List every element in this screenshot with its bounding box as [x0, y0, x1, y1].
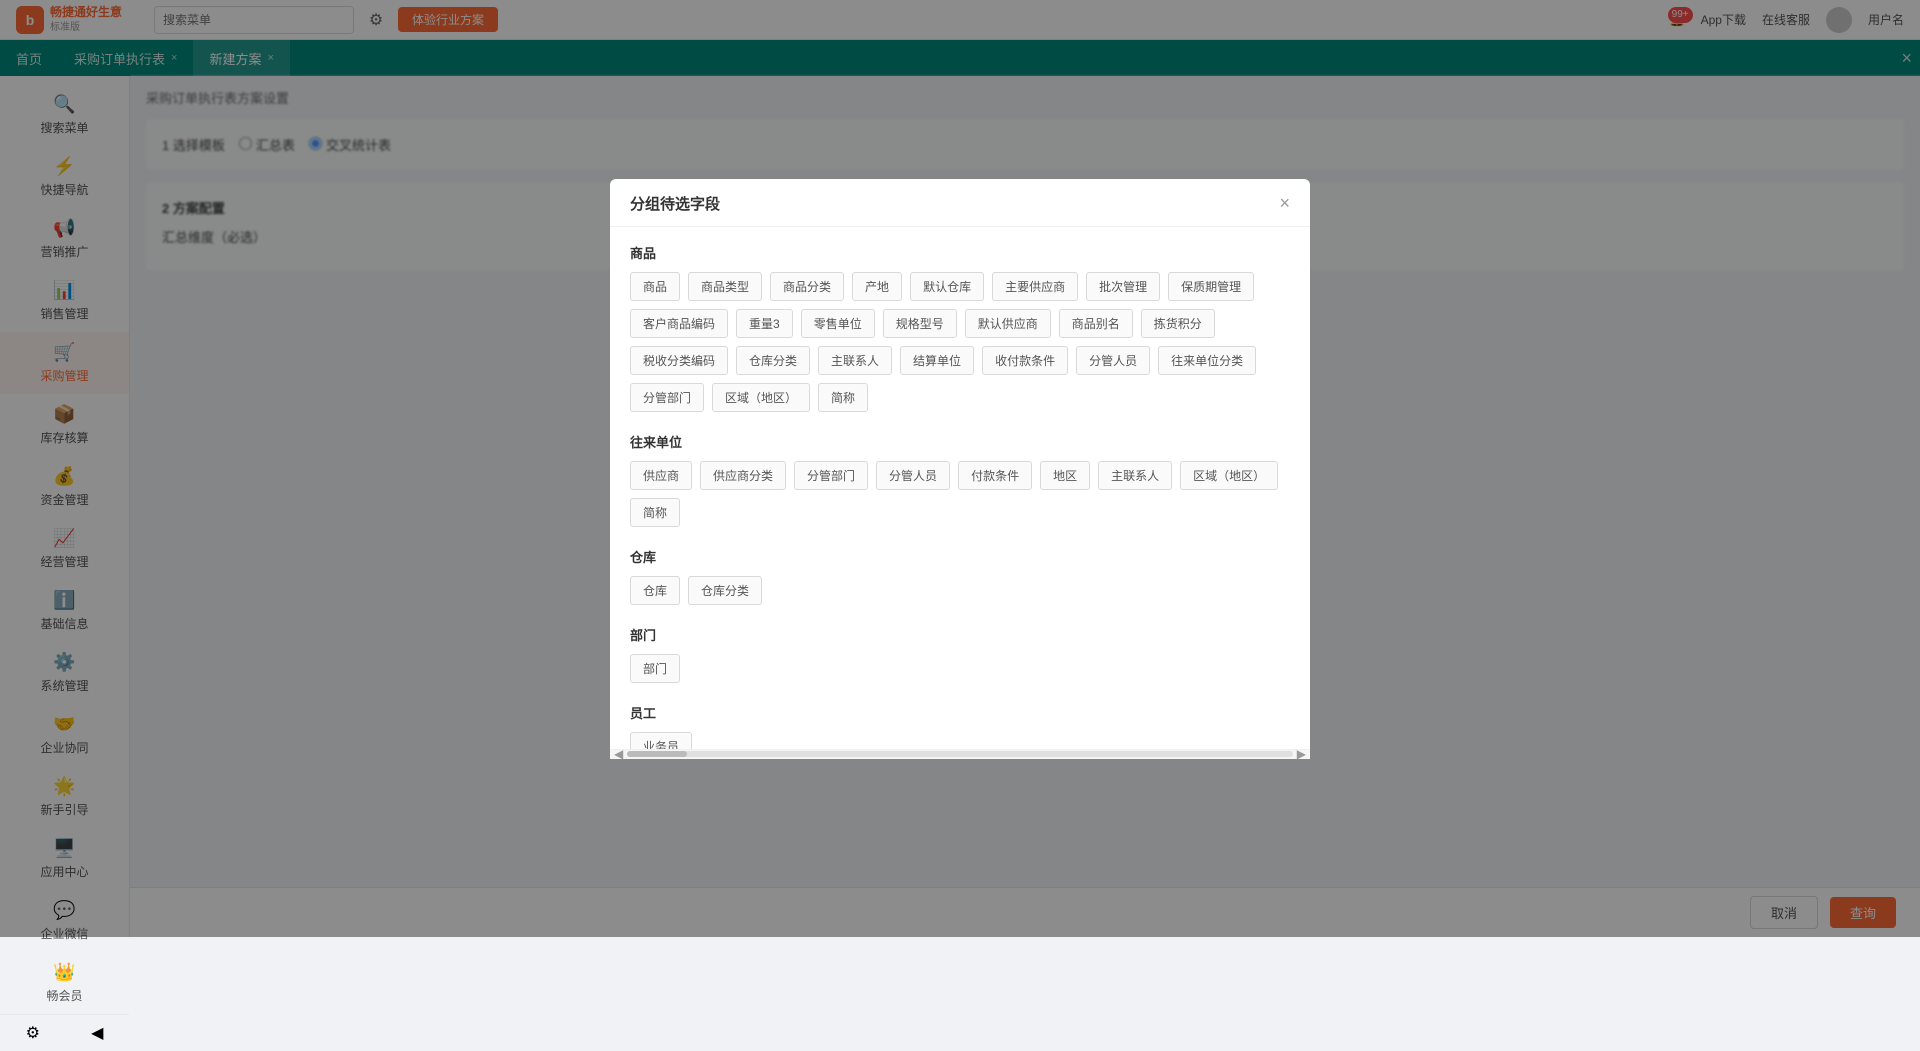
field-tag[interactable]: 默认供应商 — [965, 309, 1051, 338]
sidebar-item-membership-label: 畅会员 — [46, 987, 82, 1004]
field-tag[interactable]: 地区 — [1040, 461, 1090, 490]
modal-title: 分组待选字段 — [630, 193, 720, 214]
hscroll-thumb[interactable] — [627, 751, 687, 757]
hscroll-track — [627, 751, 1293, 757]
field-tag[interactable]: 分管人员 — [1076, 346, 1150, 375]
field-tag[interactable]: 商品类型 — [688, 272, 762, 301]
field-tag[interactable]: 业务员 — [630, 732, 692, 749]
field-tag[interactable]: 简称 — [818, 383, 868, 412]
modal-horizontal-scrollbar[interactable]: ◀ ▶ — [610, 749, 1310, 759]
sidebar-settings-icon[interactable]: ⚙ — [26, 1023, 40, 1043]
field-tags-warehouse: 仓库 仓库分类 — [630, 576, 1290, 605]
hscroll-right-arrow[interactable]: ▶ — [1297, 747, 1306, 761]
field-tags-staff: 业务员 — [630, 732, 1290, 749]
modal: 分组待选字段 × 商品 商品 商品类型 商品分类 产地 默认仓库 主要供应商 批… — [610, 179, 1310, 759]
field-group-staff-title: 员工 — [630, 703, 1290, 722]
field-tag[interactable]: 分管部门 — [630, 383, 704, 412]
sidebar-item-membership[interactable]: 👑 畅会员 — [0, 952, 129, 1014]
field-tag[interactable]: 供应商 — [630, 461, 692, 490]
field-tag[interactable]: 收付款条件 — [982, 346, 1068, 375]
field-tag[interactable]: 主要供应商 — [992, 272, 1078, 301]
hscroll-left-arrow[interactable]: ◀ — [614, 747, 623, 761]
field-tags-goods: 商品 商品类型 商品分类 产地 默认仓库 主要供应商 批次管理 保质期管理 客户… — [630, 272, 1290, 412]
field-tag[interactable]: 商品 — [630, 272, 680, 301]
field-tag[interactable]: 商品分类 — [770, 272, 844, 301]
field-tag[interactable]: 分管人员 — [876, 461, 950, 490]
modal-header: 分组待选字段 × — [610, 179, 1310, 227]
field-tag[interactable]: 往来单位分类 — [1158, 346, 1256, 375]
field-tag[interactable]: 产地 — [852, 272, 902, 301]
field-tag[interactable]: 区域（地区） — [712, 383, 810, 412]
field-tag[interactable]: 重量3 — [736, 309, 793, 338]
field-tag[interactable]: 仓库分类 — [688, 576, 762, 605]
field-tag[interactable]: 主联系人 — [1098, 461, 1172, 490]
field-tag[interactable]: 商品别名 — [1059, 309, 1133, 338]
field-tag[interactable]: 结算单位 — [900, 346, 974, 375]
modal-body: 商品 商品 商品类型 商品分类 产地 默认仓库 主要供应商 批次管理 保质期管理… — [610, 227, 1310, 749]
field-tag[interactable]: 主联系人 — [818, 346, 892, 375]
field-group-staff: 员工 业务员 — [630, 703, 1290, 749]
field-tag[interactable]: 拣货积分 — [1141, 309, 1215, 338]
field-group-dept: 部门 部门 — [630, 625, 1290, 683]
field-tag[interactable]: 付款条件 — [958, 461, 1032, 490]
field-tag[interactable]: 简称 — [630, 498, 680, 527]
field-tag[interactable]: 分管部门 — [794, 461, 868, 490]
sidebar-collapse-icon[interactable]: ◀ — [91, 1023, 103, 1043]
field-tag[interactable]: 保质期管理 — [1168, 272, 1254, 301]
field-tag[interactable]: 区域（地区） — [1180, 461, 1278, 490]
modal-close-btn[interactable]: × — [1279, 194, 1290, 212]
field-group-warehouse: 仓库 仓库 仓库分类 — [630, 547, 1290, 605]
field-group-warehouse-title: 仓库 — [630, 547, 1290, 566]
field-group-contacts: 往来单位 供应商 供应商分类 分管部门 分管人员 付款条件 地区 主联系人 区域… — [630, 432, 1290, 527]
field-group-goods-title: 商品 — [630, 243, 1290, 262]
modal-overlay: 分组待选字段 × 商品 商品 商品类型 商品分类 产地 默认仓库 主要供应商 批… — [0, 0, 1920, 937]
field-group-contacts-title: 往来单位 — [630, 432, 1290, 451]
field-tag[interactable]: 部门 — [630, 654, 680, 683]
field-tag[interactable]: 税收分类编码 — [630, 346, 728, 375]
field-tags-dept: 部门 — [630, 654, 1290, 683]
field-tags-contacts: 供应商 供应商分类 分管部门 分管人员 付款条件 地区 主联系人 区域（地区） … — [630, 461, 1290, 527]
field-tag[interactable]: 批次管理 — [1086, 272, 1160, 301]
membership-icon: 👑 — [53, 962, 75, 983]
field-group-goods: 商品 商品 商品类型 商品分类 产地 默认仓库 主要供应商 批次管理 保质期管理… — [630, 243, 1290, 412]
field-tag[interactable]: 规格型号 — [883, 309, 957, 338]
field-tag[interactable]: 仓库 — [630, 576, 680, 605]
field-tag[interactable]: 供应商分类 — [700, 461, 786, 490]
field-group-dept-title: 部门 — [630, 625, 1290, 644]
field-tag[interactable]: 零售单位 — [801, 309, 875, 338]
field-tag[interactable]: 默认仓库 — [910, 272, 984, 301]
field-tag[interactable]: 客户商品编码 — [630, 309, 728, 338]
sidebar-bottom: ⚙ ◀ — [0, 1014, 129, 1051]
field-tag[interactable]: 仓库分类 — [736, 346, 810, 375]
